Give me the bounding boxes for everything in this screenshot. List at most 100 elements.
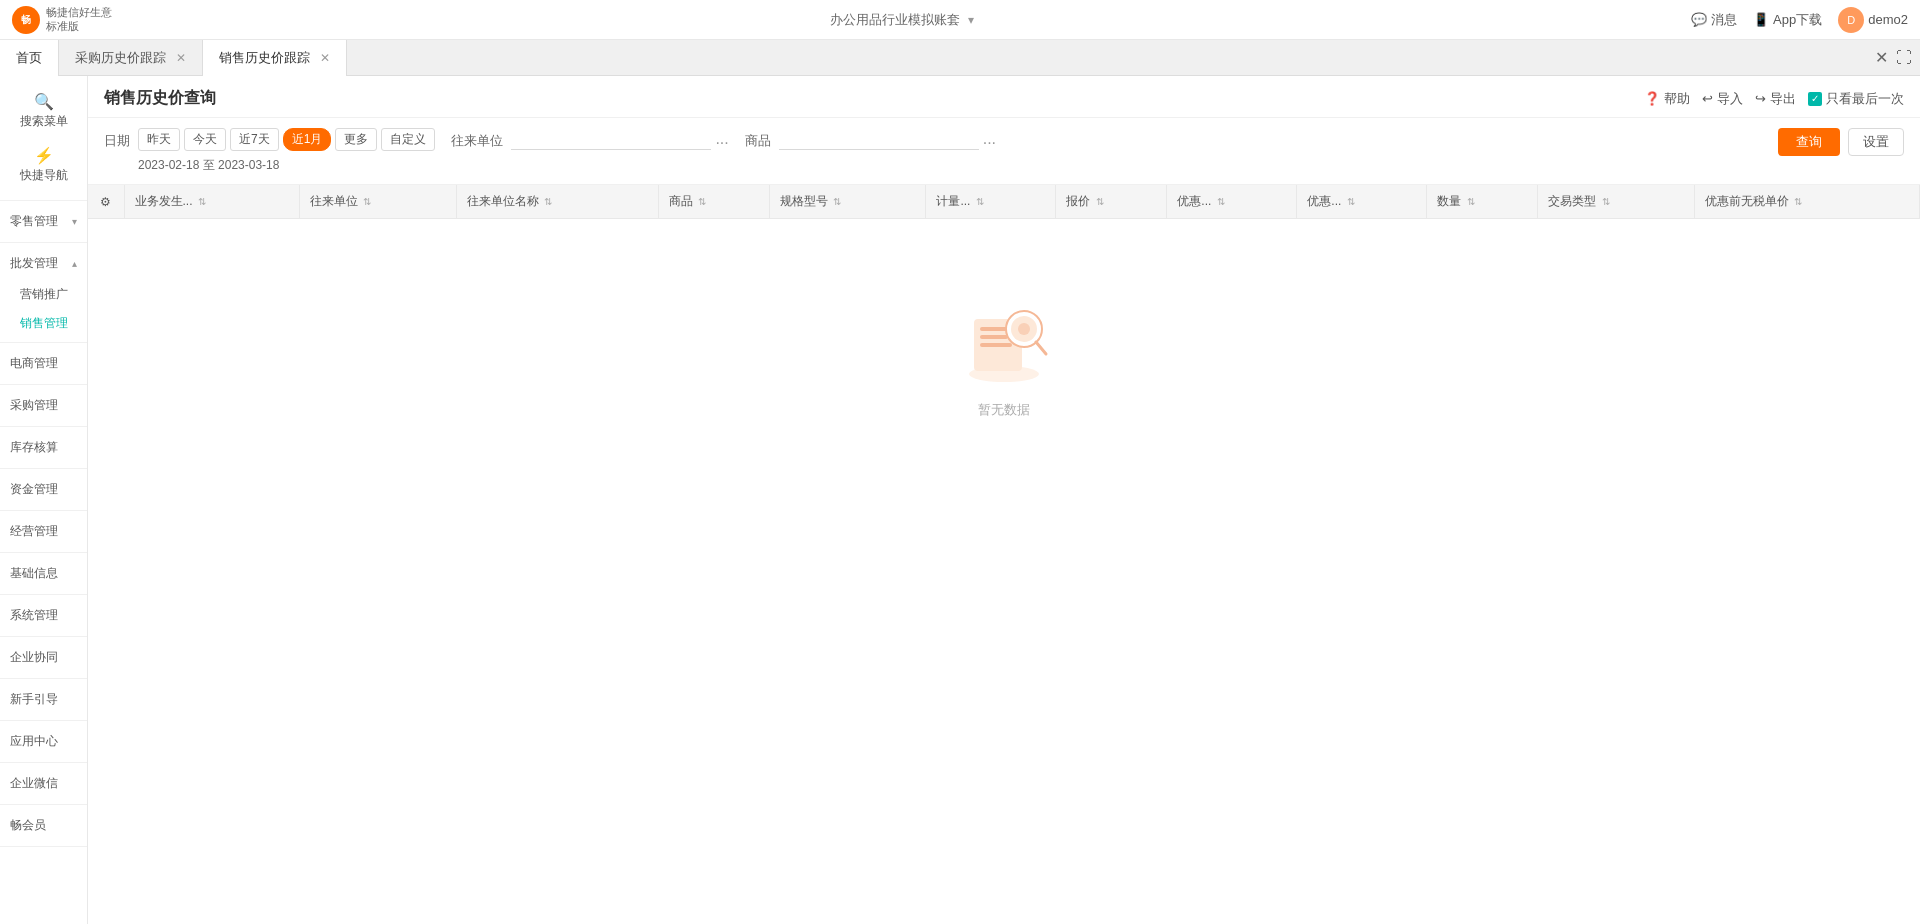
sidebar-section-beginner: 新手引导 [0,679,87,721]
col-trade-type-label: 交易类型 [1548,194,1596,208]
gear-icon: ⚙ [100,195,111,209]
date-btn-7days[interactable]: 近7天 [230,128,279,151]
date-btn-1month[interactable]: 近1月 [283,128,332,151]
table-col-trade-type[interactable]: 交易类型 ⇅ [1538,185,1695,219]
table-col-price[interactable]: 报价 ⇅ [1056,185,1167,219]
date-btn-custom[interactable]: 自定义 [381,128,435,151]
table-col-discount2[interactable]: 优惠... ⇅ [1297,185,1427,219]
svg-rect-4 [980,343,1012,347]
table-col-partner-code[interactable]: 往来单位 ⇅ [300,185,457,219]
col-spec-sort-icon: ⇅ [833,196,841,207]
sidebar-item-ecommerce[interactable]: 电商管理 [0,347,87,380]
tab-sales-history[interactable]: 销售历史价跟踪 ✕ [203,40,347,76]
tab-sales-label: 销售历史价跟踪 [219,49,310,67]
maximize-button[interactable]: ⛶ [1896,49,1912,67]
sidebar-item-system[interactable]: 系统管理 [0,599,87,632]
table-header-row: ⚙ 业务发生... ⇅ 往来单位 ⇅ 往来单位名称 [88,185,1920,219]
sidebar-item-member[interactable]: 畅会员 [0,809,87,842]
table-col-pretax-price[interactable]: 优惠前无税单价 ⇅ [1694,185,1919,219]
quick-nav-icon: ⚡ [34,146,54,165]
partner-dots-button[interactable]: ... [715,130,728,148]
table-col-biz-date[interactable]: 业务发生... ⇅ [124,185,300,219]
main-layout: 🔍 搜索菜单 ⚡ 快捷导航 零售管理 ▾ 批发管理 ▴ 营销推广 销售 [0,76,1920,924]
sidebar-section-wholesale: 批发管理 ▴ 营销推广 销售管理 [0,243,87,343]
import-button[interactable]: ↩ 导入 [1702,90,1743,108]
sidebar-item-wholesale[interactable]: 批发管理 ▴ [0,247,87,280]
table-col-goods[interactable]: 商品 ⇅ [658,185,769,219]
svg-line-7 [1036,342,1046,354]
enterprise-coop-label: 企业协同 [10,649,58,666]
data-table: ⚙ 业务发生... ⇅ 往来单位 ⇅ 往来单位名称 [88,185,1920,219]
goods-dots-button[interactable]: ... [983,130,996,148]
table-col-discount1[interactable]: 优惠... ⇅ [1167,185,1297,219]
table-col-gear[interactable]: ⚙ [88,185,124,219]
tab-purchase-close-icon[interactable]: ✕ [176,51,186,65]
table-col-unit[interactable]: 计量... ⇅ [926,185,1056,219]
setting-button[interactable]: 设置 [1848,128,1904,156]
goods-input[interactable] [779,128,979,150]
col-price-sort-icon: ⇅ [1096,196,1104,207]
sidebar-item-search[interactable]: 🔍 搜索菜单 [0,84,87,138]
logo-area: 畅 畅捷信好生意 标准版 [12,6,112,34]
partner-input[interactable] [511,128,711,150]
col-trade-type-sort-icon: ⇅ [1602,196,1610,207]
col-goods-sort-icon: ⇅ [698,196,706,207]
sidebar-item-quick-nav[interactable]: ⚡ 快捷导航 [0,138,87,192]
beginner-label: 新手引导 [10,691,58,708]
sidebar-section-ecommerce: 电商管理 [0,343,87,385]
retail-arrow-icon: ▾ [72,216,77,227]
wholesale-arrow-icon: ▴ [72,258,77,269]
member-label: 畅会员 [10,817,46,834]
goods-input-group: ... [779,128,996,150]
close-all-tabs-button[interactable]: ✕ [1875,48,1888,67]
topbar-right: 💬 消息 📱 App下载 D demo2 [1691,7,1908,33]
table-col-partner-name[interactable]: 往来单位名称 ⇅ [456,185,658,219]
col-discount2-label: 优惠... [1307,194,1341,208]
help-button[interactable]: ❓ 帮助 [1644,90,1690,108]
table-col-spec[interactable]: 规格型号 ⇅ [769,185,926,219]
goods-filter-label: 商品 [745,128,771,150]
sidebar-item-marketing[interactable]: 营销推广 [0,280,87,309]
ecommerce-label: 电商管理 [10,355,58,372]
message-button[interactable]: 💬 消息 [1691,11,1737,29]
sidebar-section-member: 畅会员 [0,805,87,847]
table-col-quantity[interactable]: 数量 ⇅ [1427,185,1538,219]
date-btn-today[interactable]: 今天 [184,128,226,151]
sidebar-section-operations: 经营管理 [0,511,87,553]
username: demo2 [1868,12,1908,27]
page-container: 销售历史价查询 ❓ 帮助 ↩ 导入 ↪ 导出 [88,76,1920,924]
sidebar-item-basics[interactable]: 基础信息 [0,557,87,590]
sidebar-item-sales-mgmt[interactable]: 销售管理 [0,309,87,338]
tab-home[interactable]: 首页 [0,40,59,76]
user-avatar-area[interactable]: D demo2 [1838,7,1908,33]
export-button[interactable]: ↪ 导出 [1755,90,1796,108]
basics-label: 基础信息 [10,565,58,582]
tab-purchase-history[interactable]: 采购历史价跟踪 ✕ [59,40,203,76]
only-last-checkbox[interactable] [1808,92,1822,106]
sidebar-item-enterprise-coop[interactable]: 企业协同 [0,641,87,674]
sidebar-item-purchase[interactable]: 采购管理 [0,389,87,422]
app-title-dropdown-icon[interactable]: ▾ [968,13,974,27]
content-area: 销售历史价查询 ❓ 帮助 ↩ 导入 ↪ 导出 [88,76,1920,924]
page-title: 销售历史价查询 [104,88,216,109]
sidebar-item-retail[interactable]: 零售管理 ▾ [0,205,87,238]
sidebar-item-operations[interactable]: 经营管理 [0,515,87,548]
col-partner-code-label: 往来单位 [310,194,358,208]
sidebar-item-apps[interactable]: 应用中心 [0,725,87,758]
query-button[interactable]: 查询 [1778,128,1840,156]
sidebar-item-inventory[interactable]: 库存核算 [0,431,87,464]
sidebar-item-enterprise-wechat[interactable]: 企业微信 [0,767,87,800]
col-discount1-label: 优惠... [1177,194,1211,208]
app-download-button[interactable]: 📱 App下载 [1753,11,1822,29]
tab-sales-close-icon[interactable]: ✕ [320,51,330,65]
col-discount1-sort-icon: ⇅ [1217,196,1225,207]
partner-filter-label: 往来单位 [451,128,503,150]
date-btn-yesterday[interactable]: 昨天 [138,128,180,151]
date-btn-more[interactable]: 更多 [335,128,377,151]
sidebar-item-beginner[interactable]: 新手引导 [0,683,87,716]
col-biz-date-label: 业务发生... [135,194,193,208]
only-last-checkbox-wrapper[interactable]: 只看最后一次 [1808,90,1904,108]
inventory-label: 库存核算 [10,439,58,456]
col-unit-label: 计量... [936,194,970,208]
sidebar-item-finance[interactable]: 资金管理 [0,473,87,506]
